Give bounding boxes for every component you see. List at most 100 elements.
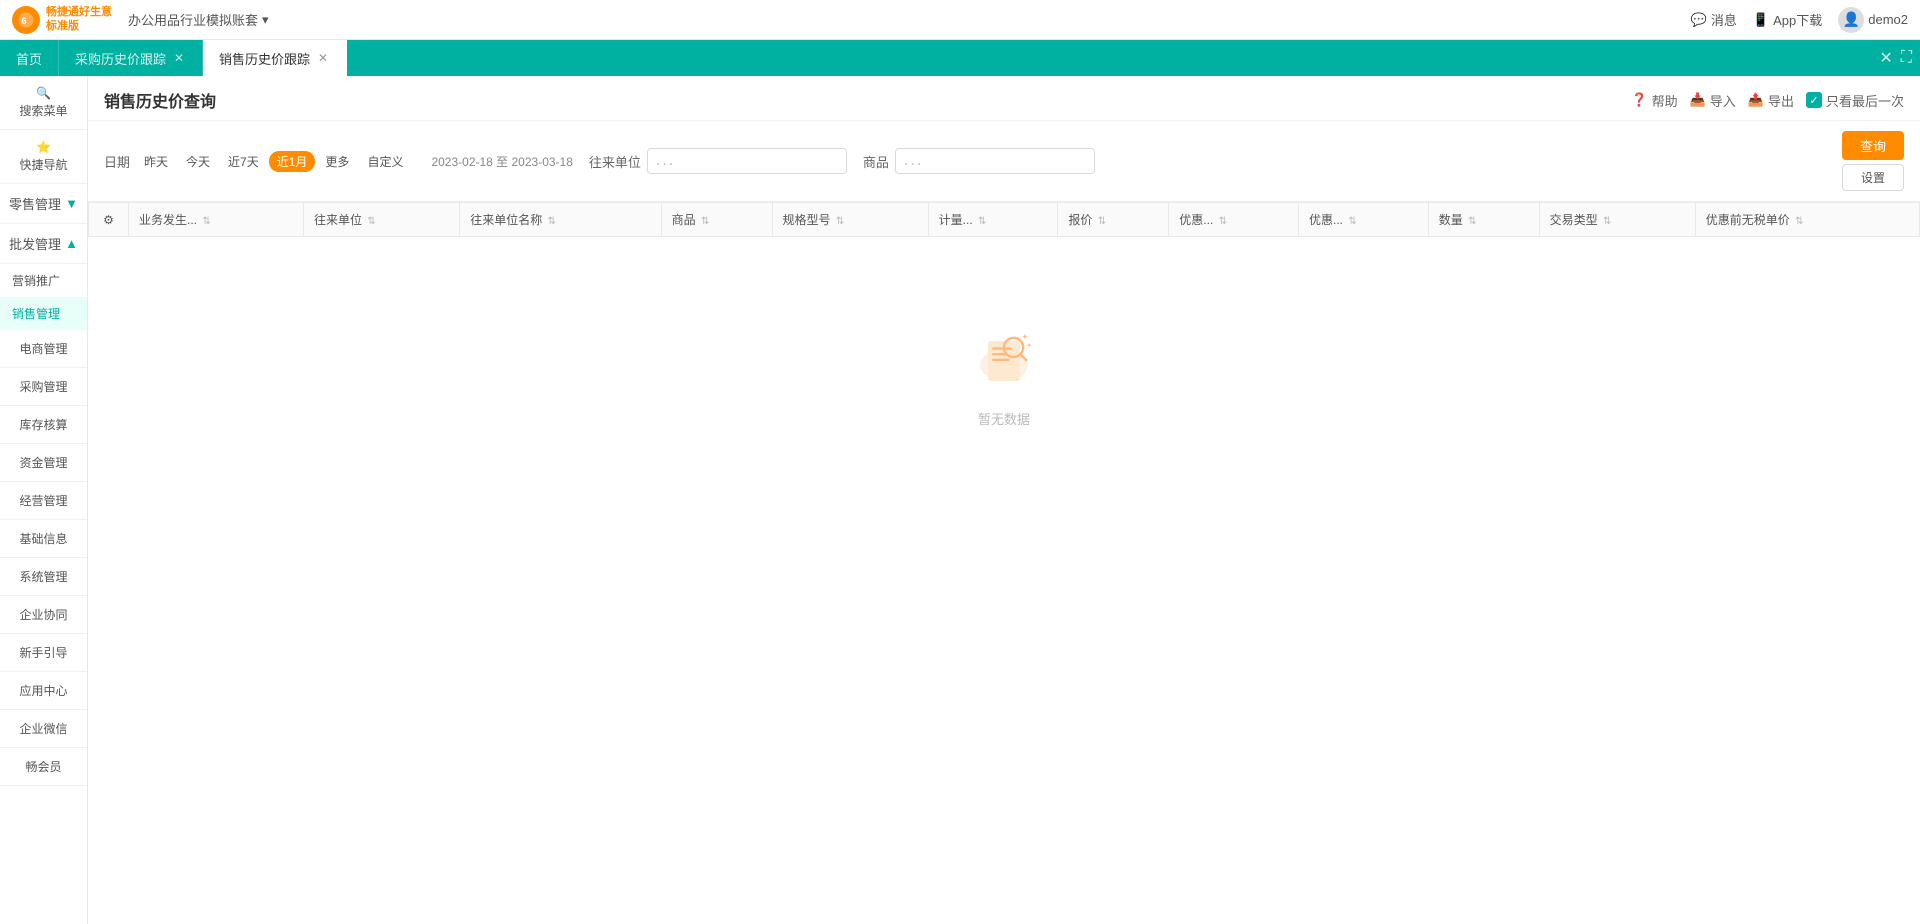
table-col-partner-code[interactable]: 往来单位 ⇅ xyxy=(304,203,460,237)
sidebar-item-wholesale[interactable]: 批发管理 ▲ xyxy=(0,224,87,264)
partner-input[interactable]: ... xyxy=(647,148,847,174)
date-btn-7days[interactable]: 近7天 xyxy=(220,151,267,172)
sidebar-item-guide[interactable]: 新手引导 xyxy=(0,634,87,672)
sidebar-item-operations[interactable]: 经营管理 xyxy=(0,482,87,520)
tab-purchase-close-icon[interactable]: ✕ xyxy=(172,51,186,65)
svg-text:✦: ✦ xyxy=(1026,342,1031,349)
table-col-discount2[interactable]: 优惠... ⇅ xyxy=(1299,203,1429,237)
column-settings-icon: ⚙ xyxy=(103,213,114,227)
sidebar-item-finance[interactable]: 资金管理 xyxy=(0,444,87,482)
tab-purchase-history[interactable]: 采购历史价跟踪 ✕ xyxy=(59,40,203,76)
sidebar-member-label: 畅会员 xyxy=(25,758,61,775)
sidebar-purchase-label: 采购管理 xyxy=(19,378,67,395)
chevron-down-icon: ▼ xyxy=(65,196,78,211)
export-icon: 📤 xyxy=(1748,92,1764,108)
sidebar-item-wechat[interactable]: 企业微信 xyxy=(0,710,87,748)
only-last-label: 只看最后一次 xyxy=(1826,91,1904,110)
table-col-product[interactable]: 商品 ⇅ xyxy=(661,203,772,237)
sort-icon: ⇅ xyxy=(202,216,210,227)
button-area: 查询 设置 xyxy=(1842,131,1904,191)
tab-bar: 首页 采购历史价跟踪 ✕ 销售历史价跟踪 ✕ ✕ ⛶ xyxy=(0,40,1920,76)
sidebar-operations-label: 经营管理 xyxy=(19,492,67,509)
tab-fullscreen-icon[interactable]: ⛶ xyxy=(1901,49,1912,67)
sidebar-item-enterprise[interactable]: 企业协同 xyxy=(0,596,87,634)
sidebar-item-retail[interactable]: 零售管理 ▼ xyxy=(0,184,87,224)
sidebar-retail-label: 零售管理 xyxy=(9,194,61,213)
star-icon: ⭐ xyxy=(36,140,51,154)
table-col-quantity[interactable]: 数量 ⇅ xyxy=(1428,203,1539,237)
message-button[interactable]: 💬 消息 xyxy=(1691,10,1737,29)
sidebar-sub-marketing[interactable]: 营销推广 xyxy=(0,264,87,297)
chevron-up-icon: ▲ xyxy=(65,236,78,251)
tab-home[interactable]: 首页 xyxy=(0,40,59,76)
empty-state: ✦ ✦ 暂无数据 xyxy=(88,237,1920,508)
empty-state-icon: ✦ ✦ xyxy=(964,317,1044,397)
partner-filter-group: 往来单位 ... xyxy=(589,148,847,174)
date-btn-today[interactable]: 今天 xyxy=(178,151,218,172)
sidebar-app-center-label: 应用中心 xyxy=(19,682,67,699)
date-btn-more[interactable]: 更多 xyxy=(317,151,357,172)
sidebar-item-quick-nav[interactable]: ⭐ 快捷导航 xyxy=(0,130,87,184)
sidebar-finance-label: 资金管理 xyxy=(19,454,67,471)
help-button[interactable]: ❓ 帮助 xyxy=(1631,91,1677,110)
table-col-quote[interactable]: 报价 ⇅ xyxy=(1058,203,1169,237)
sidebar-item-inventory[interactable]: 库存核算 xyxy=(0,406,87,444)
tab-sales-history[interactable]: 销售历史价跟踪 ✕ xyxy=(203,40,347,76)
tab-close-all-icon[interactable]: ✕ xyxy=(1879,48,1892,68)
user-menu[interactable]: 👤 demo2 xyxy=(1838,7,1908,33)
date-btn-1month[interactable]: 近1月 xyxy=(269,151,316,172)
content-area: 销售历史价查询 ❓ 帮助 📥 导入 📤 导出 xyxy=(88,76,1920,924)
avatar: 👤 xyxy=(1838,7,1864,33)
sidebar-item-search[interactable]: 🔍 搜索菜单 xyxy=(0,76,87,130)
sort-icon: ⇅ xyxy=(1468,216,1476,227)
message-icon: 💬 xyxy=(1691,12,1707,28)
table-header-row: ⚙ 业务发生... ⇅ 往来单位 ⇅ 往来单位名称 xyxy=(89,203,1920,237)
only-last-checkbox[interactable]: 只看最后一次 xyxy=(1806,91,1904,110)
settings-button[interactable]: 设置 xyxy=(1842,164,1904,191)
top-bar-left: 6 畅捷通好生意 标准版 办公用品行业模拟账套 ▾ xyxy=(12,6,277,34)
sidebar-sales-mgmt-label: 销售管理 xyxy=(12,307,60,321)
sidebar-sub-sales-mgmt[interactable]: 销售管理 xyxy=(0,297,87,330)
product-filter-group: 商品 ... xyxy=(863,148,1095,174)
download-icon: 📱 xyxy=(1753,12,1769,28)
sidebar-item-ecommerce[interactable]: 电商管理 xyxy=(0,330,87,368)
sidebar-enterprise-label: 企业协同 xyxy=(19,606,67,623)
table-col-settings[interactable]: ⚙ xyxy=(89,203,129,237)
table-col-discount1[interactable]: 优惠... ⇅ xyxy=(1169,203,1299,237)
sidebar-item-member[interactable]: 畅会员 xyxy=(0,748,87,786)
sidebar-search-label: 搜索菜单 xyxy=(19,102,67,119)
sort-icon: ⇅ xyxy=(1219,216,1227,227)
sort-icon: ⇅ xyxy=(367,216,375,227)
product-input[interactable]: ... xyxy=(895,148,1095,174)
sidebar-item-basic-info[interactable]: 基础信息 xyxy=(0,520,87,558)
table-col-unit[interactable]: 计量... ⇅ xyxy=(928,203,1058,237)
sidebar-item-system[interactable]: 系统管理 xyxy=(0,558,87,596)
table-col-spec[interactable]: 规格型号 ⇅ xyxy=(772,203,928,237)
sidebar-item-app-center[interactable]: 应用中心 xyxy=(0,672,87,710)
table-col-biz-date[interactable]: 业务发生... ⇅ xyxy=(129,203,304,237)
import-button[interactable]: 📥 导入 xyxy=(1690,91,1736,110)
tab-sales-close-icon[interactable]: ✕ xyxy=(316,51,330,65)
table-col-partner-name[interactable]: 往来单位名称 ⇅ xyxy=(460,203,661,237)
search-button[interactable]: 查询 xyxy=(1842,131,1904,160)
date-btn-yesterday[interactable]: 昨天 xyxy=(136,151,176,172)
help-icon: ❓ xyxy=(1631,92,1647,108)
app-download-button[interactable]: 📱 App下载 xyxy=(1753,10,1822,29)
date-range-display: 2023-02-18 至 2023-03-18 xyxy=(431,153,572,170)
table-col-trade-type[interactable]: 交易类型 ⇅ xyxy=(1539,203,1695,237)
sort-icon: ⇅ xyxy=(1098,216,1106,227)
date-btn-custom[interactable]: 自定义 xyxy=(359,151,411,172)
tab-sales-label: 销售历史价跟踪 xyxy=(219,49,310,68)
app-name: 办公用品行业模拟账套 xyxy=(128,10,258,29)
svg-text:✦: ✦ xyxy=(1022,332,1029,341)
logo-text: 畅捷通好生意 标准版 xyxy=(46,6,112,32)
export-button[interactable]: 📤 导出 xyxy=(1748,91,1794,110)
sort-icon: ⇅ xyxy=(836,216,844,227)
table-col-pre-tax-price[interactable]: 优惠前无税单价 ⇅ xyxy=(1695,203,1919,237)
logo-icon: 6 xyxy=(12,6,40,34)
empty-state-text: 暂无数据 xyxy=(978,409,1030,428)
partner-filter-label: 往来单位 xyxy=(589,152,641,171)
sidebar-guide-label: 新手引导 xyxy=(19,644,67,661)
app-selector[interactable]: 办公用品行业模拟账套 ▾ xyxy=(120,8,277,31)
sidebar-item-purchase[interactable]: 采购管理 xyxy=(0,368,87,406)
